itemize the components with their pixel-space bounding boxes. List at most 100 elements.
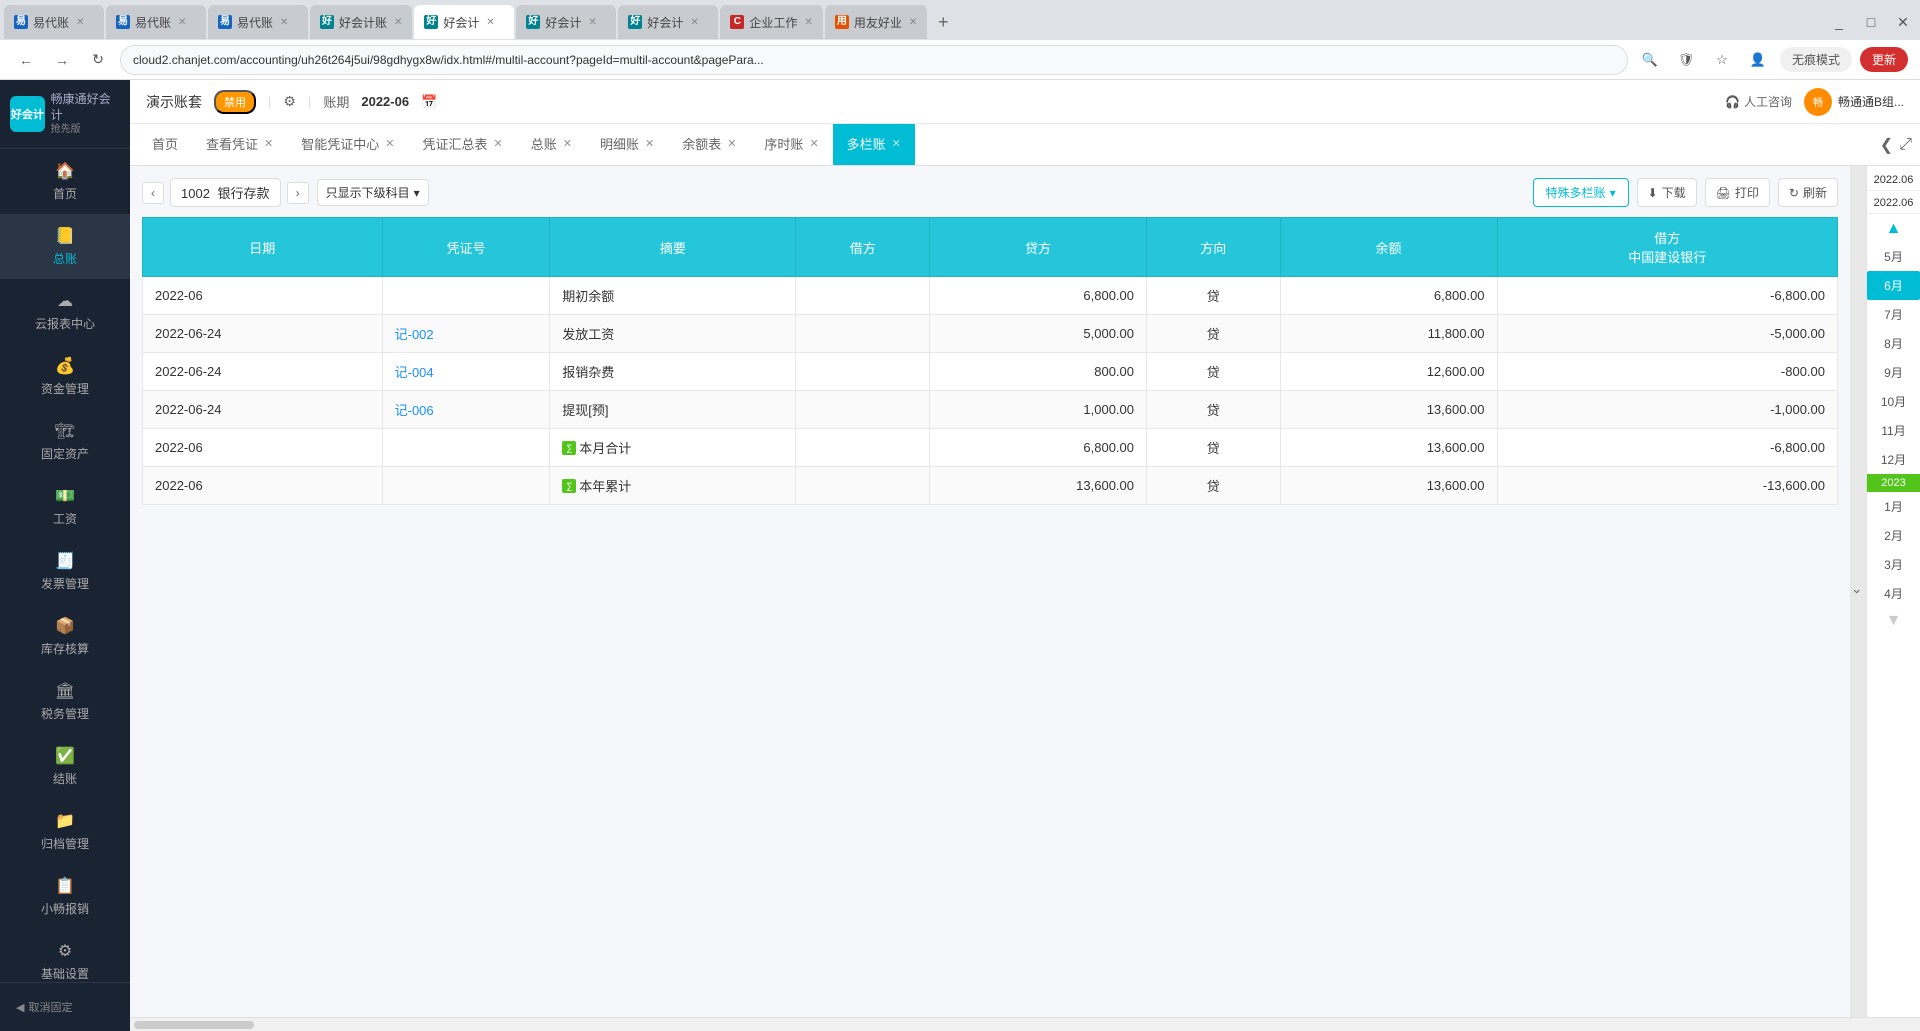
tab-close-5[interactable]: ✕ (486, 17, 494, 28)
sidebar-item-settlement[interactable]: ✅ 结账 (0, 734, 130, 799)
date-item-11[interactable]: 11月 (1867, 416, 1920, 445)
sidebar-item-invoice[interactable]: 🧾 发票管理 (0, 539, 130, 604)
download-button[interactable]: ⬇ 下载 (1637, 178, 1697, 207)
consult-button[interactable]: 🎧 人工咨询 (1725, 93, 1792, 110)
tab-close-general[interactable]: ✕ (563, 137, 572, 150)
date-item-6[interactable]: 6月 (1867, 271, 1920, 300)
browser-tab-7[interactable]: 好 好会计 ✕ (618, 5, 718, 39)
sidebar-item-ledger[interactable]: 📒 总账 (0, 214, 130, 279)
sidebar-item-fund[interactable]: 💰 资金管理 (0, 344, 130, 409)
content-tabs: 首页 查看凭证 ✕ 智能凭证中心 ✕ 凭证汇总表 ✕ 总账 ✕ 明细账 ✕ (130, 124, 1920, 166)
tab-general-ledger[interactable]: 总账 ✕ (517, 124, 586, 166)
sidebar-item-salary[interactable]: 💵 工资 (0, 474, 130, 539)
browser-tab-4[interactable]: 好 好会计账 ✕ (310, 5, 412, 39)
sidebar-item-settings[interactable]: ⚙ 基础设置 (0, 929, 130, 982)
account-next-button[interactable]: › (287, 182, 309, 204)
tab-close-2[interactable]: ✕ (178, 17, 186, 28)
voucher-link[interactable]: 记-002 (395, 327, 434, 342)
calendar-icon[interactable]: 📅 (421, 94, 437, 110)
tab-close-8[interactable]: ✕ (804, 17, 812, 28)
tab-close-view-voucher[interactable]: ✕ (264, 137, 273, 150)
tab-chrono-ledger[interactable]: 序时账 ✕ (750, 124, 832, 166)
new-tab-button[interactable]: + (929, 8, 957, 36)
tab-close-1[interactable]: ✕ (76, 17, 84, 28)
filter-select[interactable]: 只显示下级科目 ▾ (317, 179, 429, 206)
tab-detail-ledger[interactable]: 明细账 ✕ (586, 124, 668, 166)
print-button[interactable]: 🖨 打印 (1705, 178, 1770, 207)
tab-close-chrono[interactable]: ✕ (809, 137, 818, 150)
tab-close-7[interactable]: ✕ (690, 17, 698, 28)
demo-badge[interactable]: 禁用 (214, 90, 256, 114)
maximize-button[interactable]: □ (1858, 9, 1884, 35)
tab-close-balance[interactable]: ✕ (727, 137, 736, 150)
tab-close-4[interactable]: ✕ (394, 17, 402, 28)
date-item-9[interactable]: 9月 (1867, 358, 1920, 387)
incognito-mode-button[interactable]: 无痕模式 (1780, 47, 1852, 72)
browser-tab-9[interactable]: 用 用友好业 ✕ (825, 5, 927, 39)
account-prev-button[interactable]: ‹ (142, 182, 164, 204)
browser-tab-8[interactable]: C 企业工作 ✕ (720, 5, 822, 39)
update-button[interactable]: 更新 (1860, 47, 1908, 72)
tab-close-voucher-summary[interactable]: ✕ (494, 137, 503, 150)
minimize-button[interactable]: _ (1826, 9, 1852, 35)
tab-close-detail[interactable]: ✕ (645, 137, 654, 150)
date-item-8[interactable]: 8月 (1867, 329, 1920, 358)
browser-tab-3[interactable]: 易 易代账 ✕ (208, 5, 308, 39)
tab-voucher-summary[interactable]: 凭证汇总表 ✕ (408, 124, 516, 166)
profile-icon[interactable]: 👤 (1744, 46, 1772, 74)
close-button[interactable]: ✕ (1890, 9, 1916, 35)
date-item-7[interactable]: 7月 (1867, 300, 1920, 329)
browser-tab-1[interactable]: 易 易代账 ✕ (4, 5, 104, 39)
settlement-icon: ✅ (55, 746, 75, 766)
date-item-4[interactable]: 4月 (1867, 579, 1920, 608)
date-item-1[interactable]: 1月 (1867, 492, 1920, 521)
date-item-5[interactable]: 5月 (1867, 242, 1920, 271)
browser-tab-5[interactable]: 好 好会计 ✕ (414, 5, 514, 39)
collapse-panel-button[interactable]: › (1850, 166, 1866, 1017)
sidebar-item-expense[interactable]: 📋 小畅报销 (0, 864, 130, 929)
settings-gear-icon[interactable]: ⚙ (283, 93, 296, 110)
date-item-10[interactable]: 10月 (1867, 387, 1920, 416)
sidebar-item-inventory[interactable]: 📦 库存核算 (0, 604, 130, 669)
url-input[interactable] (120, 45, 1628, 75)
tab-view-voucher[interactable]: 查看凭证 ✕ (192, 124, 287, 166)
shield-icon[interactable]: 🛡 (1672, 46, 1700, 74)
collapse-left-icon[interactable]: ❮ (1880, 135, 1893, 155)
sidebar-item-cloud-report[interactable]: ☁ 云报表中心 (0, 279, 130, 344)
date-scroll-down-button[interactable]: ▼ (1882, 608, 1906, 634)
tab-balance-sheet[interactable]: 余额表 ✕ (668, 124, 750, 166)
sidebar-item-asset[interactable]: 🏗 固定资产 (0, 409, 130, 474)
voucher-link[interactable]: 记-006 (395, 403, 434, 418)
expand-icon[interactable]: ⤢ (1899, 136, 1912, 154)
sidebar-item-tax[interactable]: 🏛 税务管理 (0, 669, 130, 734)
horizontal-scrollbar[interactable] (130, 1017, 1920, 1031)
date-item-2[interactable]: 2月 (1867, 521, 1920, 550)
tab-close-smart[interactable]: ✕ (385, 137, 394, 150)
tab-multi-column[interactable]: 多栏账 ✕ (833, 124, 915, 166)
back-button[interactable]: ← (12, 46, 40, 74)
date-scroll-up-button[interactable]: ▲ (1882, 216, 1906, 242)
tab-close-6[interactable]: ✕ (588, 17, 596, 28)
print-label: 打印 (1735, 184, 1759, 201)
tab-home[interactable]: 首页 (138, 124, 192, 166)
forward-button[interactable]: → (48, 46, 76, 74)
sidebar-item-archive[interactable]: 📁 归档管理 (0, 799, 130, 864)
date-item-12[interactable]: 12月 (1867, 445, 1920, 474)
star-icon[interactable]: ☆ (1708, 46, 1736, 74)
search-icon[interactable]: 🔍 (1636, 46, 1664, 74)
tab-smart-voucher[interactable]: 智能凭证中心 ✕ (287, 124, 408, 166)
special-multi-button[interactable]: 特殊多栏账 ▾ (1533, 178, 1629, 207)
tab-close-9[interactable]: ✕ (909, 17, 917, 28)
account-label[interactable]: 1002 银行存款 (170, 178, 281, 207)
tab-close-multi[interactable]: ✕ (892, 137, 901, 150)
reload-button[interactable]: ↻ (84, 46, 112, 74)
voucher-link[interactable]: 记-004 (395, 365, 434, 380)
tab-close-3[interactable]: ✕ (280, 17, 288, 28)
date-item-3[interactable]: 3月 (1867, 550, 1920, 579)
refresh-button[interactable]: ↻ 刷新 (1778, 178, 1838, 207)
sidebar-item-home[interactable]: 🏠 首页 (0, 149, 130, 214)
browser-tab-2[interactable]: 易 易代账 ✕ (106, 5, 206, 39)
browser-tab-6[interactable]: 好 好会计 ✕ (516, 5, 616, 39)
scroll-thumb[interactable] (134, 1021, 254, 1029)
cancel-fixed-button[interactable]: ◀ 取消固定 (10, 993, 120, 1021)
